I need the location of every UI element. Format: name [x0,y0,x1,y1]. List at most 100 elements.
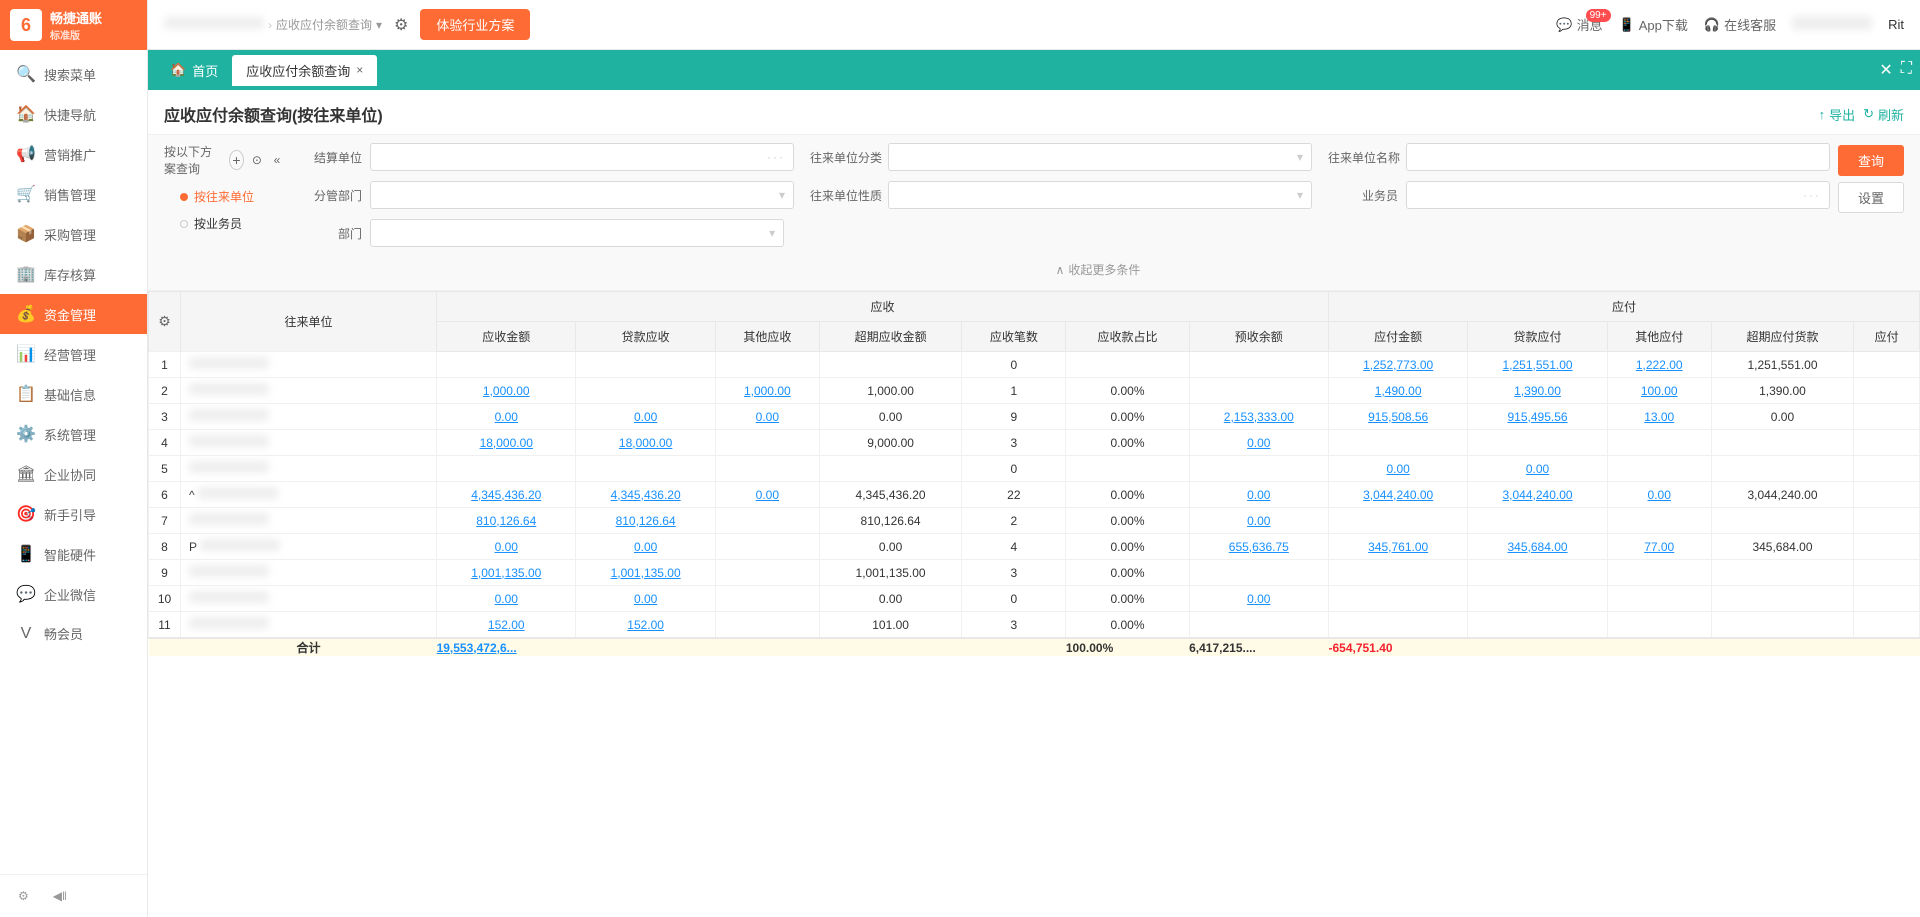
sidebar-label-marketing: 营销推广 [44,145,96,164]
content-area: 应收应付余额查询(按往来单位) ↑ 导出 ↻ 刷新 按以下方案查询 [148,90,1920,917]
th-ap-amount: 应付金额 [1328,322,1467,352]
sidebar-item-marketing[interactable]: 📢 营销推广 [0,134,147,174]
sidebar-label-search: 搜索菜单 [44,65,96,84]
message-button[interactable]: 💬 消息 99+ [1556,15,1602,34]
yewuyuan-input[interactable]: ··· [1406,181,1830,209]
page-actions: ↑ 导出 ↻ 刷新 [1819,105,1904,124]
th-ar-amount: 应收金额 [437,322,576,352]
wanglai-xingzhi-input[interactable]: ▾ [888,181,1312,209]
jiesuan-input[interactable]: ··· [370,143,794,171]
chevron-down-icon[interactable]: ▾ [376,18,382,32]
sidebar-label-sales: 销售管理 [44,185,96,204]
wanglai-mingcheng-input[interactable] [1406,143,1830,171]
sidebar-label-purchase: 采购管理 [44,225,96,244]
export-button[interactable]: ↑ 导出 [1819,105,1856,124]
tab-close-btn[interactable]: ✕ [1879,60,1892,80]
refresh-button[interactable]: ↻ 刷新 [1863,105,1904,124]
purchase-icon: 📦 [16,224,36,244]
sidebar-footer: ⚙ ◀‖ [0,874,147,917]
footer-ar-ratio: 100.00% [1066,638,1189,656]
th-ap-extra: 应付 [1854,322,1920,352]
sidebar-label-corp: 企业协同 [44,465,96,484]
marketing-icon: 📢 [16,144,36,164]
tab-close-icon[interactable]: × [356,63,363,77]
table-row: 30.000.000.000.0090.00%2,153,333.00915,5… [149,404,1920,430]
th-ap-group: 应付 [1328,292,1919,322]
operations-icon: 📊 [16,344,36,364]
sidebar-label-guide: 新手引导 [44,505,96,524]
th-company: 往来单位 [181,292,437,352]
breadcrumb-current: 应收应付余额查询 [276,16,372,33]
user-avatar[interactable] [1792,16,1872,33]
tab-fullscreen-btn[interactable]: ⛶ [1901,60,1912,80]
sidebar-settings-btn[interactable]: ⚙ [10,885,37,907]
bumen-input[interactable]: ▾ [370,219,784,247]
filter-add-button[interactable]: + [229,150,244,170]
table-footer-row: 合计 19,553,472,6... 100.00% 6,417,215....… [149,638,1920,656]
th-ar-prepay: 预收余额 [1189,322,1328,352]
sidebar-nav: 🔍搜索菜单🏠快捷导航 📢 营销推广 🛒销售管理 📦 采购管理 🏢库存核算💰资金管理 📊 经营管理… [0,50,147,874]
tab-ar-query[interactable]: 应收应付余额查询 × [232,55,377,86]
footer-ap-total: -654,751.40 [1328,638,1467,656]
sidebar-label-system: 系统管理 [44,425,96,444]
filter-settings-icon[interactable]: ⊙ [250,150,264,170]
sidebar-item-wechat[interactable]: 💬企业微信 [0,574,147,614]
topbar-right: 💬 消息 99+ 📱 App下载 🎧 在线客服 Rit [1556,15,1904,34]
filter-field-jiesuan: 结算单位 ··· [292,143,794,171]
sidebar-item-sales[interactable]: 🛒销售管理 [0,174,147,214]
fenguan-label: 分管部门 [292,187,362,204]
sidebar-item-basic[interactable]: 📋基础信息 [0,374,147,414]
sidebar: 6 畅捷通账 标准版 🔍搜索菜单🏠快捷导航📢营销推广🛒销售管理📦采购管理🏢库存核… [0,0,148,917]
filter-option-company[interactable]: 按往来单位 [172,185,284,208]
system-icon: ⚙️ [16,424,36,444]
wanglai-fenlei-input[interactable]: ▾ [888,143,1312,171]
hardware-icon: 📱 [16,544,36,564]
service-icon: 🎧 [1704,17,1720,33]
table-row: 21,000.001,000.001,000.0010.00%1,490.001… [149,378,1920,404]
export-icon: ↑ [1819,107,1826,122]
basic-icon: 📋 [16,384,36,404]
filter-row-3: 部门 ▾ [292,219,1830,247]
table-settings-icon[interactable]: ⚙ [158,313,171,329]
service-button[interactable]: 🎧 在线客服 [1704,15,1776,34]
refresh-icon: ↻ [1863,106,1874,122]
setting-button[interactable]: 设置 [1838,182,1904,213]
logo-title: 畅捷通账 [50,8,102,27]
th-ap-loan: 贷款应付 [1468,322,1607,352]
app-download-button[interactable]: 📱 App下载 [1619,15,1688,34]
sidebar-collapse-btn[interactable]: ◀‖ [45,885,75,907]
table-row: 101,252,773.001,251,551.001,222.001,251,… [149,352,1920,378]
th-settings: ⚙ [149,292,181,352]
sidebar-item-corp[interactable]: 🏛企业协同 [0,454,147,494]
quicknav-icon: 🏠 [16,104,36,124]
sidebar-label-operations: 经营管理 [44,345,96,364]
sidebar-item-vip[interactable]: V畅会员 [0,614,147,653]
gear-icon[interactable]: ⚙ [394,15,408,35]
tab-home[interactable]: 🏠 首页 [156,55,232,86]
sidebar-item-quicknav[interactable]: 🏠快捷导航 [0,94,147,134]
footer-label: 合计 [181,638,437,656]
filter-collapse-icon[interactable]: « [270,150,284,170]
footer-ar-total[interactable]: 19,553,472,6... [437,638,576,656]
message-badge: 99+ [1586,9,1611,22]
query-button[interactable]: 查询 [1838,145,1904,176]
solution-button[interactable]: 体验行业方案 [420,9,530,40]
collapse-more-btn[interactable]: ∧ 收起更多条件 [292,257,1904,282]
sidebar-item-finance[interactable]: 💰资金管理 [0,294,147,334]
sidebar-item-search[interactable]: 🔍搜索菜单 [0,54,147,94]
sidebar-item-system[interactable]: ⚙️ 系统管理 [0,414,147,454]
filter-field-wanglai-xingzhi: 往来单位性质 ▾ [810,181,1312,209]
th-ar-overdue: 超期应收金额 [819,322,961,352]
sidebar-label-vip: 畅会员 [44,624,83,643]
table-row: 7810,126.64810,126.64810,126.6420.00%0.0… [149,508,1920,534]
sidebar-item-operations[interactable]: 📊 经营管理 [0,334,147,374]
fenguan-input[interactable]: ▾ [370,181,794,209]
user-name[interactable]: Rit [1888,17,1904,32]
sidebar-item-hardware[interactable]: 📱智能硬件 [0,534,147,574]
sidebar-item-purchase[interactable]: 📦 采购管理 [0,214,147,254]
sidebar-item-guide[interactable]: 🎯新手引导 [0,494,147,534]
data-table-container: ⚙ 往来单位 应收 应付 应收金额 贷款应收 其他应收 超期应收金额 应收笔数 … [148,291,1920,917]
sidebar-item-inventory[interactable]: 🏢库存核算 [0,254,147,294]
message-icon: 💬 [1556,17,1572,33]
filter-option-salesman[interactable]: 按业务员 [172,212,284,235]
